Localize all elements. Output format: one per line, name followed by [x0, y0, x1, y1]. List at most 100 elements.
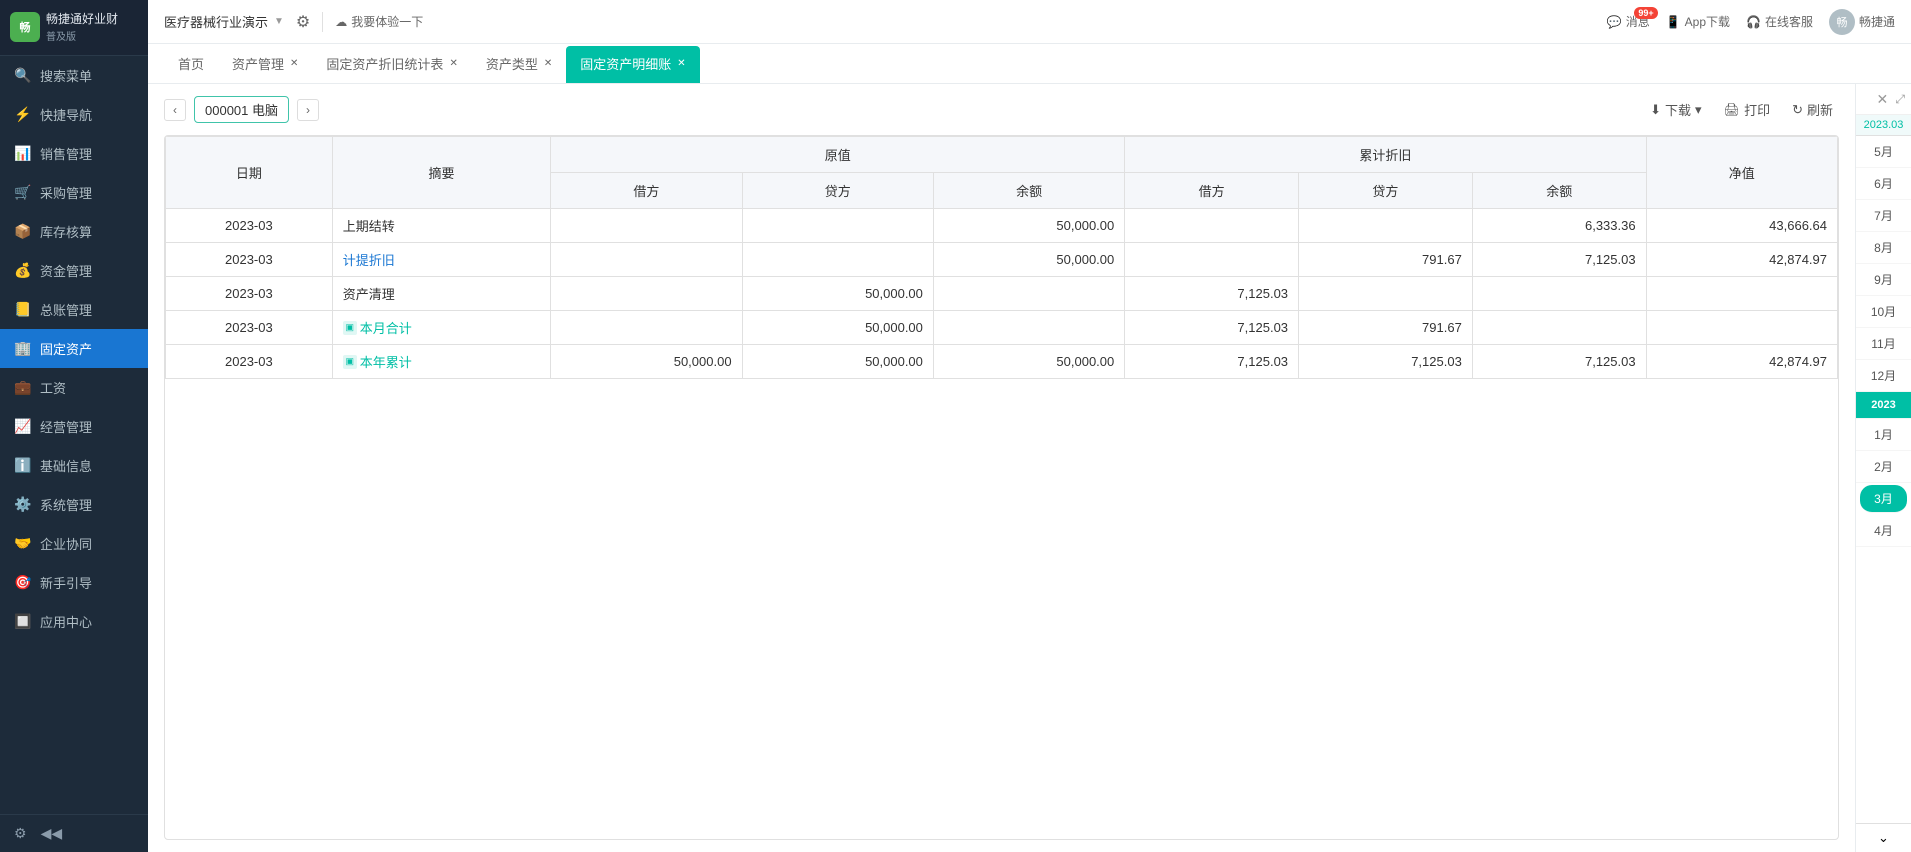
- row1-orig-debit: [551, 209, 742, 243]
- sidebar-item-quick-nav[interactable]: ⚡ 快捷导航: [0, 95, 148, 134]
- rs-month-item[interactable]: 10月: [1856, 296, 1911, 328]
- logo-subtitle: 普及版: [46, 28, 118, 43]
- sidebar-label-enterprise: 企业协同: [40, 534, 92, 553]
- tab-asset-mgmt-close[interactable]: ✕: [290, 58, 298, 69]
- refresh-button[interactable]: ↻ 刷新: [1786, 96, 1839, 123]
- rs-month-item[interactable]: 9月: [1856, 264, 1911, 296]
- logo-title: 畅捷通好业财: [46, 12, 118, 28]
- sidebar-item-ledger[interactable]: 📒 总账管理: [0, 290, 148, 329]
- tab-asset-mgmt[interactable]: 资产管理 ✕: [218, 46, 312, 83]
- content-toolbar: ‹ 000001 电脑 › ⬇ 下载 ▾ 🖨 打印 ↻: [164, 96, 1839, 123]
- tab-asset-type[interactable]: 资产类型 ✕: [472, 46, 566, 83]
- collapse-icon[interactable]: ◀◀: [41, 825, 63, 842]
- sidebar-bottom: ⚙ ◀◀: [0, 814, 148, 852]
- next-asset-button[interactable]: ›: [297, 99, 319, 121]
- rs-month-item[interactable]: 6月: [1856, 168, 1911, 200]
- sidebar-item-basic-info[interactable]: ℹ️ 基础信息: [0, 446, 148, 485]
- tab-depreciation-close[interactable]: ✕: [449, 58, 457, 69]
- avatar: 畅: [1829, 9, 1855, 35]
- right-sidebar: ✕ ⤢ 2023.03 5月 6月 7月 8月 9月 10月 11月 12月 2…: [1855, 84, 1911, 852]
- col-date: 日期: [166, 137, 333, 209]
- rs-month-item[interactable]: 1月: [1856, 419, 1911, 451]
- col-summary: 摘要: [332, 137, 550, 209]
- col-acc-credit: 贷方: [1299, 173, 1473, 209]
- sidebar-item-guide[interactable]: 🎯 新手引导: [0, 563, 148, 602]
- sidebar-item-salary[interactable]: 💼 工资: [0, 368, 148, 407]
- row1-date: 2023-03: [166, 209, 333, 243]
- table-row: 2023-03 资产清理 50,000.00 7,125.03: [166, 277, 1838, 311]
- rs-month-item[interactable]: 12月: [1856, 360, 1911, 392]
- tab-asset-type-close[interactable]: ✕: [544, 58, 552, 69]
- row4-acc-credit: 791.67: [1299, 311, 1473, 345]
- sidebar-item-ops[interactable]: 📈 经营管理: [0, 407, 148, 446]
- online-support-button[interactable]: 🎧 在线客服: [1746, 13, 1813, 30]
- info-icon: ℹ️: [14, 457, 32, 474]
- row5-acc-balance: 7,125.03: [1472, 345, 1646, 379]
- tab-asset-detail-close[interactable]: ✕: [677, 58, 685, 69]
- col-orig-debit: 借方: [551, 173, 742, 209]
- tab-asset-mgmt-label: 资产管理: [232, 54, 284, 73]
- sidebar-item-enterprise[interactable]: 🤝 企业协同: [0, 524, 148, 563]
- download-label: 下载: [1665, 100, 1691, 119]
- table-container: 日期 摘要 原值 累计折旧 净值 借方 贷方 余额 借方 贷方 余额: [164, 135, 1839, 840]
- print-label: 打印: [1744, 100, 1770, 119]
- user-menu[interactable]: 畅 畅捷通: [1829, 9, 1895, 35]
- sidebar-logo: 畅 畅捷通好业财 普及版: [0, 0, 148, 56]
- online-support-label: 在线客服: [1765, 13, 1813, 30]
- topbar-settings-icon[interactable]: ⚙: [296, 12, 310, 32]
- experience-button[interactable]: ☁ 我要体验一下: [335, 13, 423, 30]
- rs-month-item[interactable]: 7月: [1856, 200, 1911, 232]
- money-icon: 💰: [14, 262, 32, 279]
- rs-expand-icon[interactable]: ⤢: [1895, 92, 1905, 107]
- row2-orig-credit: [742, 243, 933, 277]
- print-button[interactable]: 🖨 打印: [1718, 96, 1777, 123]
- prev-asset-button[interactable]: ‹: [164, 99, 186, 121]
- rs-scroll-down[interactable]: ⌄: [1856, 823, 1911, 852]
- year-total-icon: ▣: [343, 355, 357, 369]
- row3-acc-debit: 7,125.03: [1125, 277, 1299, 311]
- tab-asset-detail[interactable]: 固定资产明细账 ✕: [566, 46, 699, 83]
- row4-orig-credit: 50,000.00: [742, 311, 933, 345]
- sidebar-item-search[interactable]: 🔍 搜索菜单: [0, 56, 148, 95]
- sidebar-label-quick-nav: 快捷导航: [40, 105, 92, 124]
- toolbar-actions: ⬇ 下载 ▾ 🖨 打印 ↻ 刷新: [1644, 96, 1839, 123]
- row1-orig-credit: [742, 209, 933, 243]
- settings-bottom-icon[interactable]: ⚙: [14, 825, 27, 842]
- tab-asset-detail-label: 固定资产明细账: [580, 54, 671, 73]
- row2-orig-debit: [551, 243, 742, 277]
- tab-depreciation-stats[interactable]: 固定资产折旧统计表 ✕: [312, 46, 471, 83]
- row4-acc-debit: 7,125.03: [1125, 311, 1299, 345]
- sidebar-item-inventory[interactable]: 📦 库存核算: [0, 212, 148, 251]
- rs-month-item[interactable]: 4月: [1856, 515, 1911, 547]
- sidebar-nav: 🔍 搜索菜单 ⚡ 快捷导航 📊 销售管理 🛒 采购管理 📦 库存核算 💰 资金管…: [0, 56, 148, 814]
- sidebar-item-sales[interactable]: 📊 销售管理: [0, 134, 148, 173]
- row1-acc-credit: [1299, 209, 1473, 243]
- rs-month-item[interactable]: 8月: [1856, 232, 1911, 264]
- app-download-button[interactable]: 📱 App下载: [1666, 13, 1730, 30]
- row3-summary: 资产清理: [332, 277, 550, 311]
- rs-month-item[interactable]: 5月: [1856, 136, 1911, 168]
- rs-month-item[interactable]: 11月: [1856, 328, 1911, 360]
- sidebar-item-finance[interactable]: 💰 资金管理: [0, 251, 148, 290]
- tabbar: 首页 资产管理 ✕ 固定资产折旧统计表 ✕ 资产类型 ✕ 固定资产明细账 ✕: [148, 44, 1911, 84]
- sidebar: 畅 畅捷通好业财 普及版 🔍 搜索菜单 ⚡ 快捷导航 📊 销售管理 🛒 采购管理…: [0, 0, 148, 852]
- rs-month-item[interactable]: 2月: [1856, 451, 1911, 483]
- rs-close-button[interactable]: ✕: [1873, 90, 1891, 108]
- company-selector[interactable]: 医疗器械行业演示 ▼: [164, 12, 284, 31]
- row1-acc-balance: 6,333.36: [1472, 209, 1646, 243]
- row2-summary[interactable]: 计提折旧: [332, 243, 550, 277]
- sidebar-item-fixed-assets[interactable]: 🏢 固定资产: [0, 329, 148, 368]
- message-button[interactable]: 💬 消息 99+: [1607, 13, 1650, 30]
- rs-month-active[interactable]: 3月: [1860, 485, 1907, 513]
- ops-icon: 📈: [14, 418, 32, 435]
- sidebar-label-guide: 新手引导: [40, 573, 92, 592]
- sidebar-label-purchase: 采购管理: [40, 183, 92, 202]
- sidebar-item-app-center[interactable]: 🔲 应用中心: [0, 602, 148, 641]
- sidebar-item-system[interactable]: ⚙️ 系统管理: [0, 485, 148, 524]
- download-button[interactable]: ⬇ 下载 ▾: [1644, 96, 1707, 123]
- company-name: 医疗器械行业演示: [164, 12, 268, 31]
- sidebar-item-purchase[interactable]: 🛒 采购管理: [0, 173, 148, 212]
- tab-home[interactable]: 首页: [164, 46, 218, 83]
- topbar-right: 💬 消息 99+ 📱 App下载 🎧 在线客服 畅 畅捷通: [1607, 9, 1895, 35]
- content-area: ‹ 000001 电脑 › ⬇ 下载 ▾ 🖨 打印 ↻: [148, 84, 1911, 852]
